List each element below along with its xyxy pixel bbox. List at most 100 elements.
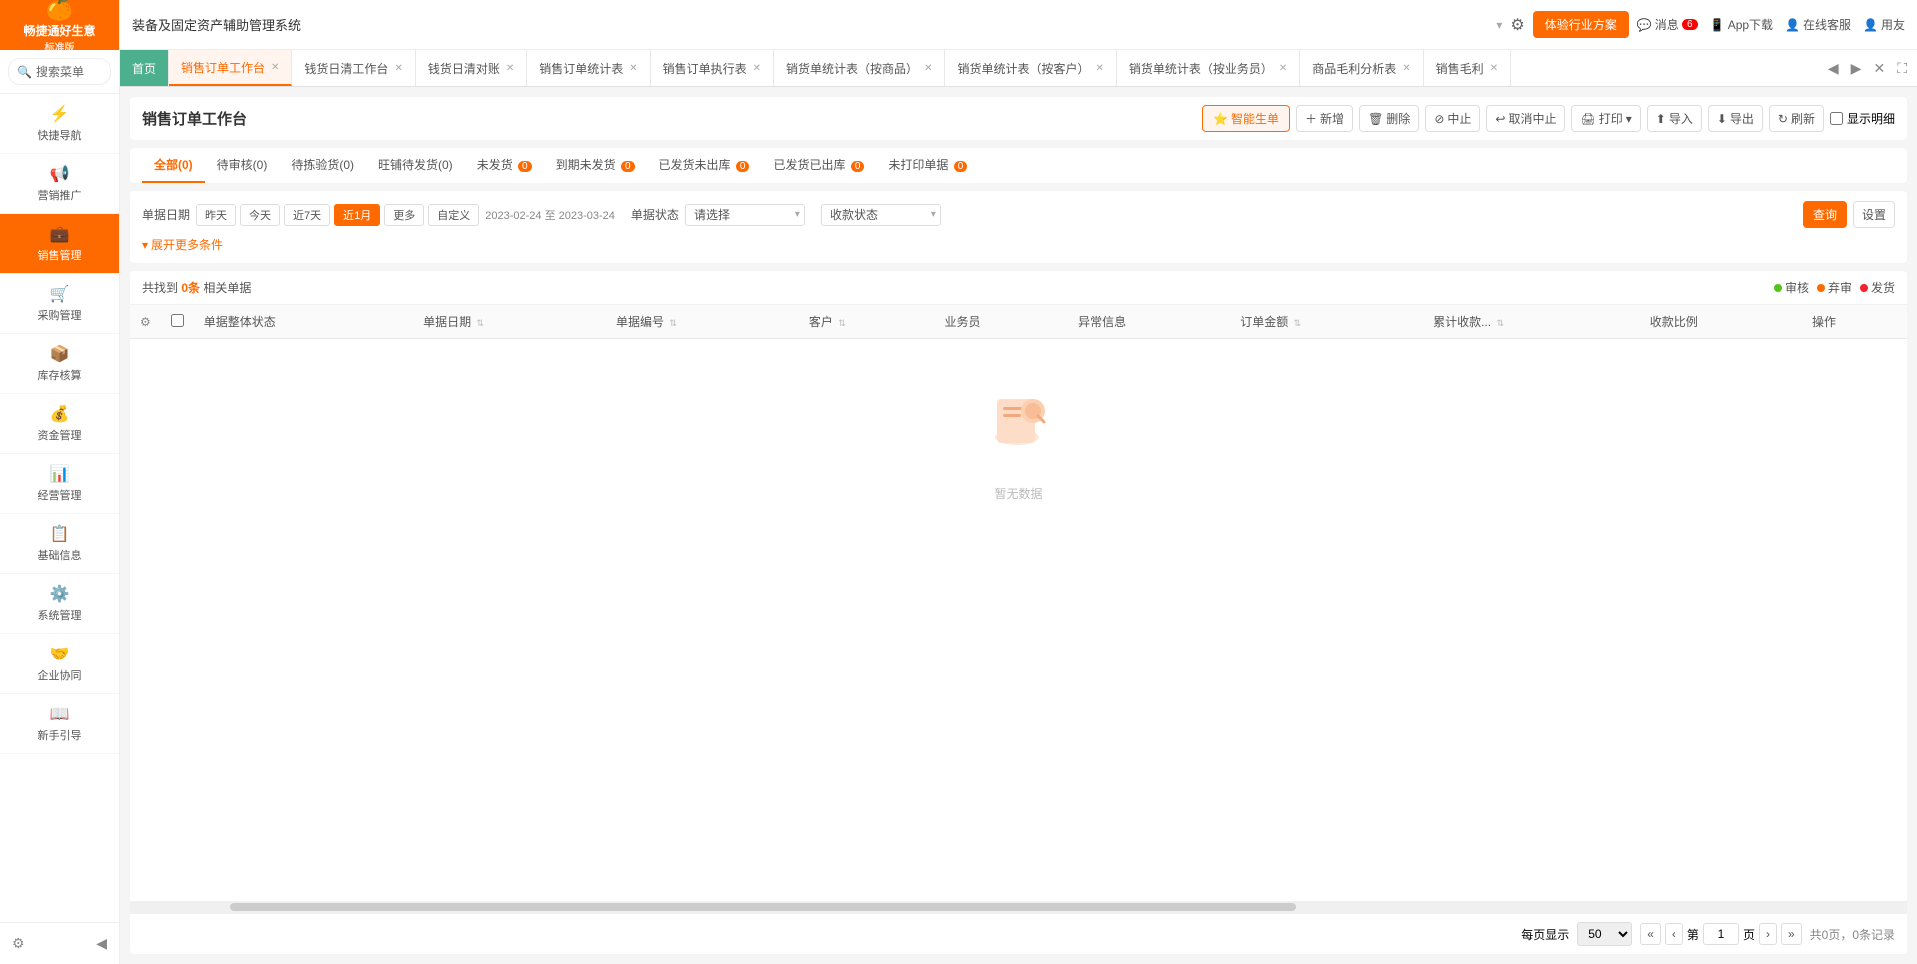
subtab-unshipped[interactable]: 未发货 0 xyxy=(465,148,544,183)
date-1month-btn[interactable]: 近1月 xyxy=(334,204,380,226)
smart-create-button[interactable]: ⭐ 智能生单 xyxy=(1202,105,1290,132)
sidebar-item-system[interactable]: ⚙️ 系统管理 xyxy=(0,574,119,634)
tab-close-icon[interactable]: ✕ xyxy=(1095,63,1103,74)
tab-prev-button[interactable]: ◀ xyxy=(1824,58,1843,79)
tab-sales-workbench[interactable]: 销售订单工作台 ✕ xyxy=(169,50,292,86)
add-button[interactable]: ＋ 新增 xyxy=(1296,105,1353,132)
ship-button[interactable]: 发货 xyxy=(1860,279,1895,296)
sidebar-item-guide[interactable]: 📖 新手引导 xyxy=(0,694,119,754)
tab-close-icon[interactable]: ✕ xyxy=(753,63,761,74)
tab-close-icon[interactable]: ✕ xyxy=(1490,63,1498,74)
show-detail-checkbox[interactable] xyxy=(1830,112,1843,125)
collapse-button[interactable]: ◀ xyxy=(92,931,111,956)
page-next-button[interactable]: › xyxy=(1759,923,1777,945)
tab-cash-daily[interactable]: 钱货日清工作台 ✕ xyxy=(292,50,415,86)
print-button[interactable]: 🖨 打印 ▾ xyxy=(1571,105,1640,132)
sidebar-item-operations[interactable]: 📊 经营管理 xyxy=(0,454,119,514)
import-button[interactable]: ⬆ 导入 xyxy=(1647,105,1702,132)
expand-filter-button[interactable]: ▾ 展开更多条件 xyxy=(142,236,223,253)
dropdown-icon[interactable]: ▾ xyxy=(1496,18,1502,32)
tab-expand-button[interactable]: ⛶ xyxy=(1893,58,1911,79)
payment-select[interactable]: 收款状态 xyxy=(821,204,941,226)
sidebar-item-inventory[interactable]: 📦 库存核算 xyxy=(0,334,119,394)
sidebar-item-shortcut[interactable]: ⚡ 快捷导航 xyxy=(0,94,119,154)
tab-close-icon[interactable]: ✕ xyxy=(1279,63,1287,74)
tab-close-all-button[interactable]: ✕ xyxy=(1869,58,1889,79)
query-button[interactable]: 查询 xyxy=(1803,201,1847,228)
sidebar-item-sales[interactable]: 💼 销售管理 xyxy=(0,214,119,274)
page-number-input[interactable] xyxy=(1703,923,1739,945)
date-custom-btn[interactable]: 自定义 xyxy=(428,204,479,226)
header-settings-icon[interactable]: ⚙ xyxy=(1510,15,1524,35)
tab-close-icon[interactable]: ✕ xyxy=(506,63,514,74)
tab-cash-reconcile[interactable]: 钱货日清对账 ✕ xyxy=(416,50,527,86)
tab-close-icon[interactable]: ✕ xyxy=(394,63,402,74)
subtab-all[interactable]: 全部(0) xyxy=(142,148,205,183)
show-detail-checkbox-label[interactable]: 显示明细 xyxy=(1830,110,1895,127)
filter-settings-button[interactable]: 设置 xyxy=(1853,201,1895,228)
tab-next-button[interactable]: ▶ xyxy=(1847,58,1866,79)
subtab-wangpu-ship[interactable]: 旺铺待发货(0) xyxy=(366,148,465,183)
date-more-btn[interactable]: 更多 xyxy=(384,204,424,226)
subtab-unprinted[interactable]: 未打印单据 0 xyxy=(876,148,979,183)
col-amount[interactable]: 订单金额 ⇅ xyxy=(1230,305,1423,339)
sidebar-item-collab[interactable]: 🤝 企业协同 xyxy=(0,634,119,694)
select-all-checkbox[interactable] xyxy=(171,314,184,327)
sidebar-item-marketing[interactable]: 📢 营销推广 xyxy=(0,154,119,214)
tab-close-icon[interactable]: ✕ xyxy=(924,63,932,74)
subtab-shipped-out[interactable]: 已发货已出库 0 xyxy=(761,148,876,183)
col-settings[interactable]: ⚙ xyxy=(130,305,161,339)
horizontal-scrollbar[interactable] xyxy=(130,901,1907,913)
page-title: 销售订单工作台 xyxy=(142,108,247,129)
cancel-review-button[interactable]: 弃审 xyxy=(1817,279,1852,296)
subtab-overdue-ship[interactable]: 到期未发货 0 xyxy=(544,148,647,183)
search-menu-button[interactable]: 🔍 搜索菜单 xyxy=(8,58,111,85)
status-select[interactable]: 请选择 xyxy=(685,204,805,226)
tab-close-icon[interactable]: ✕ xyxy=(629,63,637,74)
col-checkbox[interactable] xyxy=(161,305,194,339)
online-service-label: 在线客服 xyxy=(1803,16,1851,33)
tab-sales-gross[interactable]: 销售毛利 ✕ xyxy=(1424,50,1511,86)
date-today-btn[interactable]: 今天 xyxy=(240,204,280,226)
refresh-button[interactable]: ↻ 刷新 xyxy=(1769,105,1824,132)
col-customer[interactable]: 客户 ⇅ xyxy=(799,305,935,339)
page-prev-button[interactable]: ‹ xyxy=(1665,923,1683,945)
tab-gross-margin[interactable]: 商品毛利分析表 ✕ xyxy=(1300,50,1423,86)
tab-sales-by-product[interactable]: 销货单统计表（按商品） ✕ xyxy=(774,50,945,86)
col-date[interactable]: 单据日期 ⇅ xyxy=(413,305,606,339)
sidebar-item-finance[interactable]: 💰 资金管理 xyxy=(0,394,119,454)
subtab-pending-inspect[interactable]: 待拣验货(0) xyxy=(279,148,366,183)
per-page-select[interactable]: 10 20 50 100 xyxy=(1577,922,1632,946)
col-cumulative[interactable]: 累计收款... ⇅ xyxy=(1423,305,1640,339)
sidebar-item-basic-info[interactable]: 📋 基础信息 xyxy=(0,514,119,574)
export-button[interactable]: ⬇ 导出 xyxy=(1708,105,1763,132)
sidebar-item-purchase[interactable]: 🛒 采购管理 xyxy=(0,274,119,334)
scrollbar-thumb[interactable] xyxy=(230,903,1296,911)
col-date-label: 单据日期 xyxy=(423,315,471,329)
tab-sales-stats[interactable]: 销售订单统计表 ✕ xyxy=(527,50,650,86)
col-number[interactable]: 单据编号 ⇅ xyxy=(606,305,799,339)
cancel-stop-button[interactable]: ↩ 取消中止 xyxy=(1486,105,1565,132)
tab-close-icon[interactable]: ✕ xyxy=(271,62,279,73)
subtab-pending-review[interactable]: 待审核(0) xyxy=(205,148,280,183)
sales-icon: 💼 xyxy=(50,224,70,244)
tab-sales-exec[interactable]: 销售订单执行表 ✕ xyxy=(651,50,774,86)
page-last-button[interactable]: » xyxy=(1781,923,1802,945)
review-button[interactable]: 审核 xyxy=(1774,279,1809,296)
tab-home[interactable]: 首页 xyxy=(120,50,169,86)
date-yesterday-btn[interactable]: 昨天 xyxy=(196,204,236,226)
industry-btn[interactable]: 体验行业方案 xyxy=(1533,11,1629,38)
stop-button[interactable]: ⊘ 中止 xyxy=(1425,105,1480,132)
date-7days-btn[interactable]: 近7天 xyxy=(284,204,330,226)
message-button[interactable]: 💬 消息 6 xyxy=(1637,16,1698,33)
subtab-shipped-no-out[interactable]: 已发货未出库 0 xyxy=(647,148,762,183)
tab-sales-by-staff[interactable]: 销货单统计表（按业务员） ✕ xyxy=(1117,50,1300,86)
page-first-button[interactable]: « xyxy=(1640,923,1661,945)
settings-bottom-button[interactable]: ⚙ xyxy=(8,931,29,956)
tab-sales-by-customer[interactable]: 销货单统计表（按客户） ✕ xyxy=(945,50,1116,86)
user-button[interactable]: 👤 用友 xyxy=(1863,16,1905,33)
app-download-button[interactable]: 📱 App下载 xyxy=(1710,16,1773,33)
delete-button[interactable]: 🗑 删除 xyxy=(1359,105,1419,132)
tab-close-icon[interactable]: ✕ xyxy=(1402,63,1410,74)
online-service-button[interactable]: 👤 在线客服 xyxy=(1785,16,1851,33)
